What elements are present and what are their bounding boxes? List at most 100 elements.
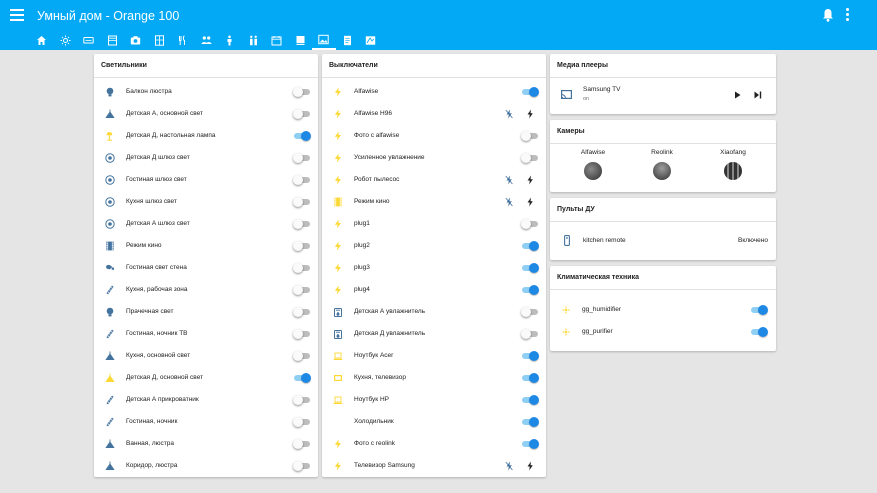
toggle-switch[interactable] — [293, 197, 311, 207]
toggle-switch[interactable] — [293, 241, 311, 251]
flash-off-icon[interactable] — [505, 109, 513, 119]
light-row[interactable]: Детская Д, настольная лампа — [94, 125, 318, 147]
tab-ac-unit[interactable] — [77, 30, 101, 50]
toggle-switch[interactable] — [521, 329, 539, 339]
switch-row[interactable]: plug2 — [322, 235, 546, 257]
switch-row[interactable]: Холодильник — [322, 411, 546, 433]
flash-on-icon[interactable] — [526, 461, 534, 471]
tab-image[interactable] — [312, 30, 336, 50]
toggle-switch[interactable] — [521, 285, 539, 295]
light-row[interactable]: Ванная, люстра — [94, 433, 318, 455]
toggle-switch[interactable] — [293, 307, 311, 317]
toggle-switch[interactable] — [293, 131, 311, 141]
light-row[interactable]: Гостиная свет стена — [94, 257, 318, 279]
switch-row[interactable]: Режим кино — [322, 191, 546, 213]
toggle-switch[interactable] — [521, 439, 539, 449]
switch-row[interactable]: Фото с alfawise — [322, 125, 546, 147]
toggle-switch[interactable] — [293, 329, 311, 339]
toggle-switch[interactable] — [293, 373, 311, 383]
toggle-switch[interactable] — [293, 153, 311, 163]
flash-on-icon[interactable] — [526, 175, 534, 185]
switch-row[interactable]: Телевизор Samsung — [322, 455, 546, 477]
tab-books[interactable] — [289, 30, 313, 50]
tab-window[interactable] — [148, 30, 172, 50]
switch-row[interactable]: plug1 — [322, 213, 546, 235]
switch-row[interactable]: Детская Д увлажнитель — [322, 323, 546, 345]
light-row[interactable]: Гостиная шлюз свет — [94, 169, 318, 191]
tab-weather-sun[interactable] — [54, 30, 78, 50]
light-row[interactable]: Детская А, основной свет — [94, 103, 318, 125]
switch-row[interactable]: Детская А увлажнитель — [322, 301, 546, 323]
toggle-switch[interactable] — [293, 285, 311, 295]
media-player-row[interactable]: Samsung TV on — [550, 78, 776, 114]
light-row[interactable]: Детская Д шлюз свет — [94, 147, 318, 169]
bell-icon[interactable] — [822, 8, 834, 22]
flash-off-icon[interactable] — [505, 175, 513, 185]
toggle-switch[interactable] — [293, 417, 311, 427]
tab-fork-knife[interactable] — [171, 30, 195, 50]
toggle-switch[interactable] — [521, 131, 539, 141]
tab-people[interactable] — [195, 30, 219, 50]
light-row[interactable]: Кухня, основной свет — [94, 345, 318, 367]
toggle-switch[interactable] — [293, 219, 311, 229]
camera-thumbnail[interactable] — [584, 162, 602, 180]
light-row[interactable]: Балкон люстра — [94, 81, 318, 103]
flash-off-icon[interactable] — [505, 197, 513, 207]
switch-row[interactable]: plug4 — [322, 279, 546, 301]
toggle-switch[interactable] — [521, 373, 539, 383]
tab-home[interactable] — [30, 30, 54, 50]
toggle-switch[interactable] — [521, 417, 539, 427]
light-row[interactable]: Детская А шлюз свет — [94, 213, 318, 235]
remote-row[interactable]: kitchen remote Включено — [550, 222, 776, 260]
camera-reolink[interactable]: Reolink — [632, 149, 692, 180]
toggle-switch[interactable] — [521, 263, 539, 273]
tab-calendar[interactable] — [265, 30, 289, 50]
more-vert-icon[interactable] — [846, 8, 850, 22]
switch-row[interactable]: Робот пылесос — [322, 169, 546, 191]
light-row[interactable]: Режим кино — [94, 235, 318, 257]
flash-on-icon[interactable] — [526, 109, 534, 119]
menu-icon[interactable] — [10, 9, 24, 21]
toggle-switch[interactable] — [293, 175, 311, 185]
switch-row[interactable]: Alfawise — [322, 81, 546, 103]
toggle-switch[interactable] — [521, 153, 539, 163]
play-icon[interactable] — [734, 91, 741, 99]
toggle-switch[interactable] — [293, 395, 311, 405]
light-row[interactable]: Кухня шлюз свет — [94, 191, 318, 213]
toggle-switch[interactable] — [521, 219, 539, 229]
camera-alfawise[interactable]: Alfawise — [563, 149, 623, 180]
toggle-switch[interactable] — [293, 87, 311, 97]
camera-thumbnail[interactable] — [724, 162, 742, 180]
toggle-switch[interactable] — [293, 109, 311, 119]
switch-row[interactable]: Кухня, телевизор — [322, 367, 546, 389]
climate-row[interactable]: gg_purifier — [550, 321, 776, 343]
light-row[interactable]: Гостиная, ночник ТВ — [94, 323, 318, 345]
tab-person-standing[interactable] — [218, 30, 242, 50]
toggle-switch[interactable] — [521, 307, 539, 317]
climate-row[interactable]: gg_humidifier — [550, 299, 776, 321]
flash-on-icon[interactable] — [526, 197, 534, 207]
toggle-switch[interactable] — [750, 305, 768, 315]
toggle-switch[interactable] — [521, 241, 539, 251]
toggle-switch[interactable] — [521, 87, 539, 97]
toggle-switch[interactable] — [293, 351, 311, 361]
toggle-switch[interactable] — [750, 327, 768, 337]
light-row[interactable]: Коридор, люстра — [94, 455, 318, 477]
tab-people-couple[interactable] — [242, 30, 266, 50]
toggle-switch[interactable] — [521, 351, 539, 361]
switch-row[interactable]: Фото с reolink — [322, 433, 546, 455]
switch-row[interactable]: Alfawise H96 — [322, 103, 546, 125]
tab-document[interactable] — [336, 30, 360, 50]
skip-next-icon[interactable] — [754, 91, 762, 99]
camera-thumbnail[interactable] — [653, 162, 671, 180]
light-row[interactable]: Детская Д, основной свет — [94, 367, 318, 389]
flash-off-icon[interactable] — [505, 461, 513, 471]
light-row[interactable]: Кухня, рабочая зона — [94, 279, 318, 301]
switch-row[interactable]: plug3 — [322, 257, 546, 279]
switch-row[interactable]: Усиленное увлажнение — [322, 147, 546, 169]
light-row[interactable]: Гостиная, ночник — [94, 411, 318, 433]
switch-row[interactable]: Ноутбук HP — [322, 389, 546, 411]
camera-xiaofang[interactable]: Xiaofang — [703, 149, 763, 180]
light-row[interactable]: Прачечная свет — [94, 301, 318, 323]
switch-row[interactable]: Ноутбук Acer — [322, 345, 546, 367]
